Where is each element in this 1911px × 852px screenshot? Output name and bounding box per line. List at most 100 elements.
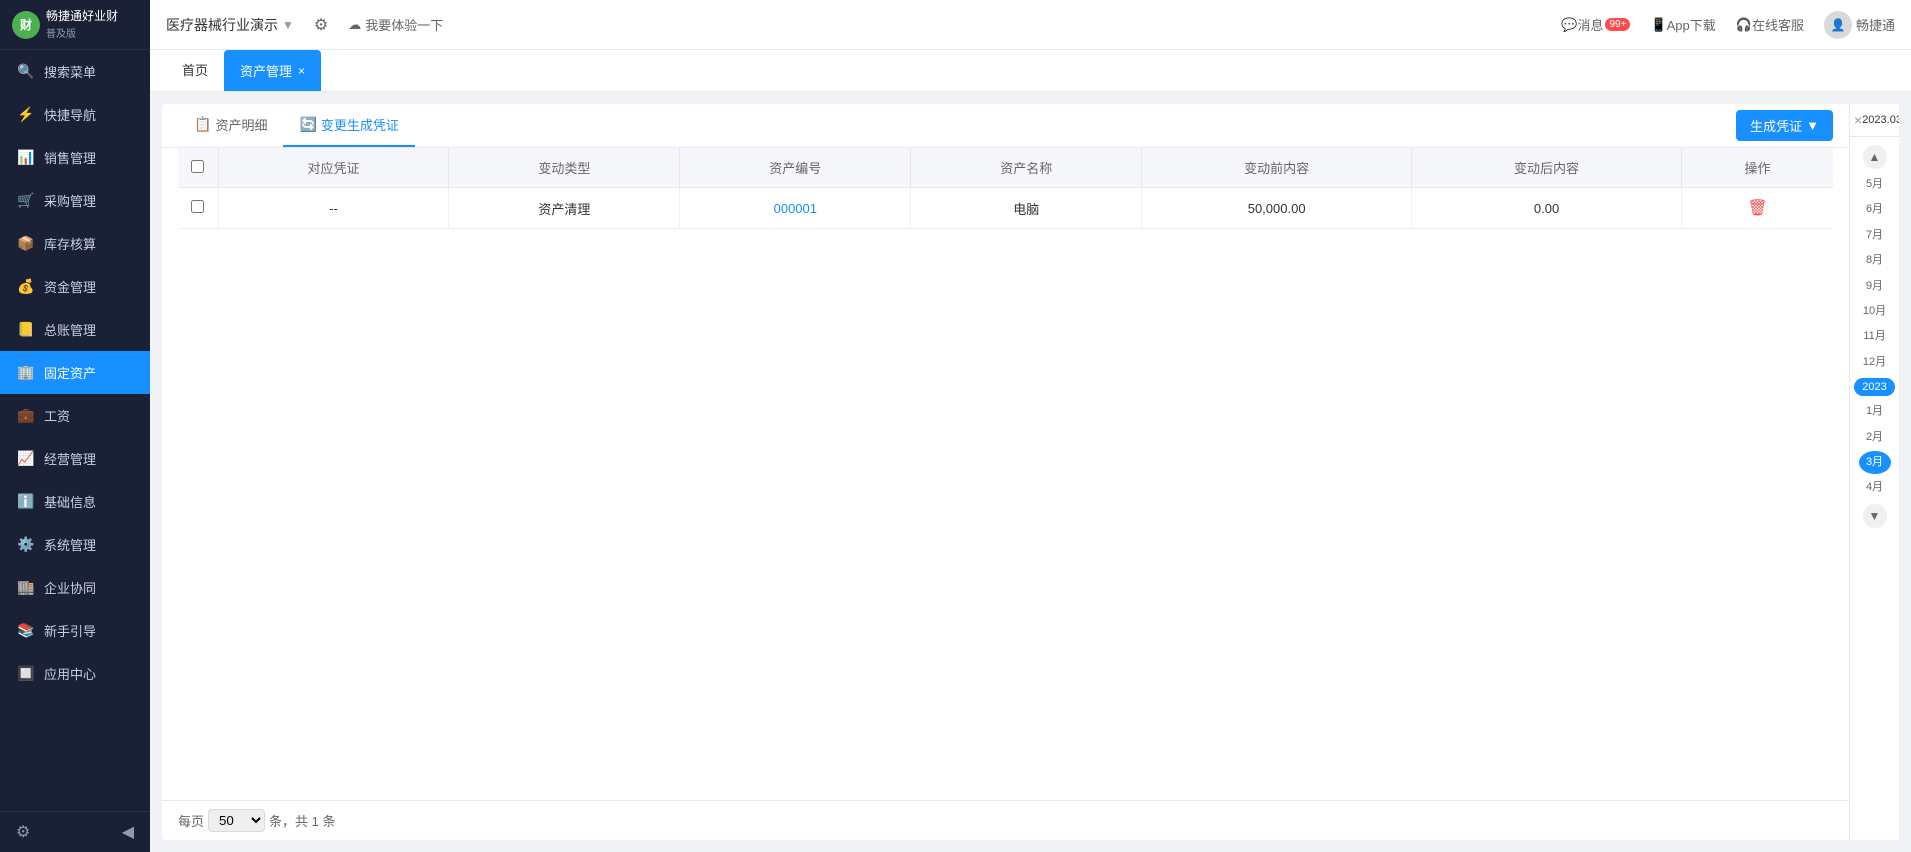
message-button[interactable]: 💬 消息 99+ [1561, 15, 1630, 34]
app-icon: 📱 [1650, 17, 1666, 33]
topbar-right: 💬 消息 99+ 📱 App下载 🎧 在线客服 👤 畅捷通 [1561, 11, 1895, 39]
sidebar-item-apps[interactable]: 🔲 应用中心 [0, 652, 150, 695]
logo-sub: 普及版 [46, 25, 118, 40]
logo-text: 畅捷通好业财 [46, 9, 118, 25]
per-page-select[interactable]: 20 50 100 [208, 809, 265, 832]
sidebar-item-inventory[interactable]: 📦 库存核算 [0, 222, 150, 265]
timeline-month-4[interactable]: 4月 [1859, 476, 1891, 499]
col-asset-name: 资产名称 [911, 148, 1142, 188]
cell-after-content: 0.00 [1412, 188, 1682, 229]
table-wrapper: 对应凭证 变动类型 资产编号 资产名称 变动前内容 变动后内容 操作 [162, 148, 1849, 800]
sidebar-item-sales[interactable]: 📊 销售管理 [0, 136, 150, 179]
generate-arrow-icon: ▼ [1806, 118, 1819, 133]
sidebar-item-basic-info[interactable]: ℹ️ 基础信息 [0, 480, 150, 523]
detail-tab-label: 资产明细 [215, 115, 267, 134]
purchase-icon: 🛒 [16, 192, 36, 209]
sidebar-item-payroll[interactable]: 💼 工资 [0, 394, 150, 437]
timeline-month-7[interactable]: 7月 [1859, 224, 1891, 247]
sidebar-item-label: 基础信息 [44, 492, 96, 511]
timeline-month-5[interactable]: 5月 [1859, 173, 1891, 196]
timeline-month-11[interactable]: 11月 [1859, 325, 1891, 348]
tab-home[interactable]: 首页 [166, 50, 224, 91]
timeline-scroll[interactable]: ▲ 5月 6月 7月 8月 9月 10月 11月 12月 2023 1月 2月 … [1850, 137, 1899, 840]
apps-icon: 🔲 [16, 665, 36, 682]
app-download-button[interactable]: 📱 App下载 [1650, 15, 1715, 34]
home-tab-label: 首页 [182, 60, 208, 79]
topbar-settings-icon[interactable]: ⚙ [314, 15, 328, 35]
user-menu[interactable]: 👤 畅捷通 [1824, 11, 1895, 39]
delete-row-icon[interactable]: 🗑 [1747, 200, 1767, 217]
col-before-content: 变动前内容 [1142, 148, 1412, 188]
cloud-icon: ☁ [348, 17, 361, 33]
message-icon: 💬 [1561, 17, 1577, 33]
customer-service-label: 在线客服 [1752, 15, 1804, 34]
sidebar-item-label: 采购管理 [44, 191, 96, 210]
change-tab-icon: 🔄 [299, 116, 316, 133]
sidebar-item-quicknav[interactable]: ⚡ 快捷导航 [0, 93, 150, 136]
sub-tab-asset-detail[interactable]: 📋 资产明细 [178, 104, 283, 147]
timeline-month-10[interactable]: 10月 [1859, 300, 1891, 323]
payroll-icon: 💼 [16, 407, 36, 424]
collapse-sidebar-icon[interactable]: ◀ [122, 822, 134, 842]
timeline-month-1[interactable]: 1月 [1859, 400, 1891, 423]
sidebar-item-enterprise[interactable]: 🏬 企业协同 [0, 566, 150, 609]
col-voucher: 对应凭证 [218, 148, 449, 188]
timeline-month-3-active[interactable]: 3月 [1859, 451, 1891, 474]
change-tab-label: 变更生成凭证 [321, 115, 399, 134]
sidebar-item-label: 搜索菜单 [44, 62, 96, 81]
sidebar-item-search[interactable]: 🔍 搜索菜单 [0, 50, 150, 93]
generate-label: 生成凭证 [1750, 116, 1802, 135]
right-panel-header: × 2023.03 ⤢ [1850, 104, 1899, 137]
trial-button[interactable]: ☁ 我要体验一下 [348, 15, 443, 34]
select-all-header [178, 148, 218, 188]
sidebar-item-label: 应用中心 [44, 664, 96, 683]
timeline-month-8[interactable]: 8月 [1859, 249, 1891, 272]
timeline-month-6[interactable]: 6月 [1859, 198, 1891, 221]
sidebar-item-funds[interactable]: 💰 资金管理 [0, 265, 150, 308]
topbar: 医疗器械行业演示 ▼ ⚙ ☁ 我要体验一下 💬 消息 99+ 📱 App下载 🎧… [150, 0, 1911, 50]
row-checkbox[interactable] [191, 200, 204, 213]
sidebar-item-guide[interactable]: 📚 新手引导 [0, 609, 150, 652]
sales-icon: 📊 [16, 149, 36, 166]
settings-bottom-icon[interactable]: ⚙ [16, 822, 30, 842]
timeline-year-2023: 2023 [1854, 378, 1895, 396]
inventory-icon: 📦 [16, 235, 36, 252]
customer-service-button[interactable]: 🎧 在线客服 [1736, 15, 1804, 34]
row-checkbox-cell [178, 188, 218, 229]
right-panel-close-icon[interactable]: × [1854, 112, 1862, 128]
select-all-checkbox[interactable] [191, 160, 204, 173]
cell-before-content: 50,000.00 [1142, 188, 1412, 229]
timeline-nav-up[interactable]: ▲ [1863, 145, 1887, 169]
sidebar-item-system[interactable]: ⚙️ 系统管理 [0, 523, 150, 566]
content-area: 📋 资产明细 🔄 变更生成凭证 生成凭证 ▼ [150, 92, 1911, 852]
sidebar-item-fixed-assets[interactable]: 🏢 固定资产 [0, 351, 150, 394]
timeline-nav-down[interactable]: ▼ [1863, 504, 1887, 528]
timeline-month-9[interactable]: 9月 [1859, 275, 1891, 298]
ledger-icon: 📒 [16, 321, 36, 338]
sidebar-item-label: 销售管理 [44, 148, 96, 167]
funds-icon: 💰 [16, 278, 36, 295]
quicknav-icon: ⚡ [16, 106, 36, 123]
sidebar-item-operations[interactable]: 📈 经营管理 [0, 437, 150, 480]
sidebar-item-label: 经营管理 [44, 449, 96, 468]
cell-asset-no: 000001 [680, 188, 911, 229]
timeline-month-12[interactable]: 12月 [1859, 351, 1891, 374]
sidebar-item-ledger[interactable]: 📒 总账管理 [0, 308, 150, 351]
tab-asset-management[interactable]: 资产管理 × [224, 50, 321, 91]
trial-label: 我要体验一下 [365, 15, 443, 34]
col-action: 操作 [1682, 148, 1834, 188]
asset-table: 对应凭证 变动类型 资产编号 资产名称 变动前内容 变动后内容 操作 [178, 148, 1833, 229]
company-selector[interactable]: 医疗器械行业演示 ▼ [166, 15, 294, 35]
generate-voucher-button[interactable]: 生成凭证 ▼ [1736, 110, 1833, 141]
tab-close-icon[interactable]: × [298, 64, 305, 78]
basic-info-icon: ℹ️ [16, 493, 36, 510]
sidebar-item-purchase[interactable]: 🛒 采购管理 [0, 179, 150, 222]
main-area: 医疗器械行业演示 ▼ ⚙ ☁ 我要体验一下 💬 消息 99+ 📱 App下载 🎧… [150, 0, 1911, 852]
message-badge: 99+ [1605, 18, 1630, 31]
active-tab-label: 资产管理 [240, 61, 292, 80]
timeline-month-2[interactable]: 2月 [1859, 426, 1891, 449]
system-icon: ⚙️ [16, 536, 36, 553]
sub-tabs: 📋 资产明细 🔄 变更生成凭证 生成凭证 ▼ [162, 104, 1849, 148]
main-card: 📋 资产明细 🔄 变更生成凭证 生成凭证 ▼ [162, 104, 1849, 840]
sub-tab-change-voucher[interactable]: 🔄 变更生成凭证 [283, 104, 414, 147]
